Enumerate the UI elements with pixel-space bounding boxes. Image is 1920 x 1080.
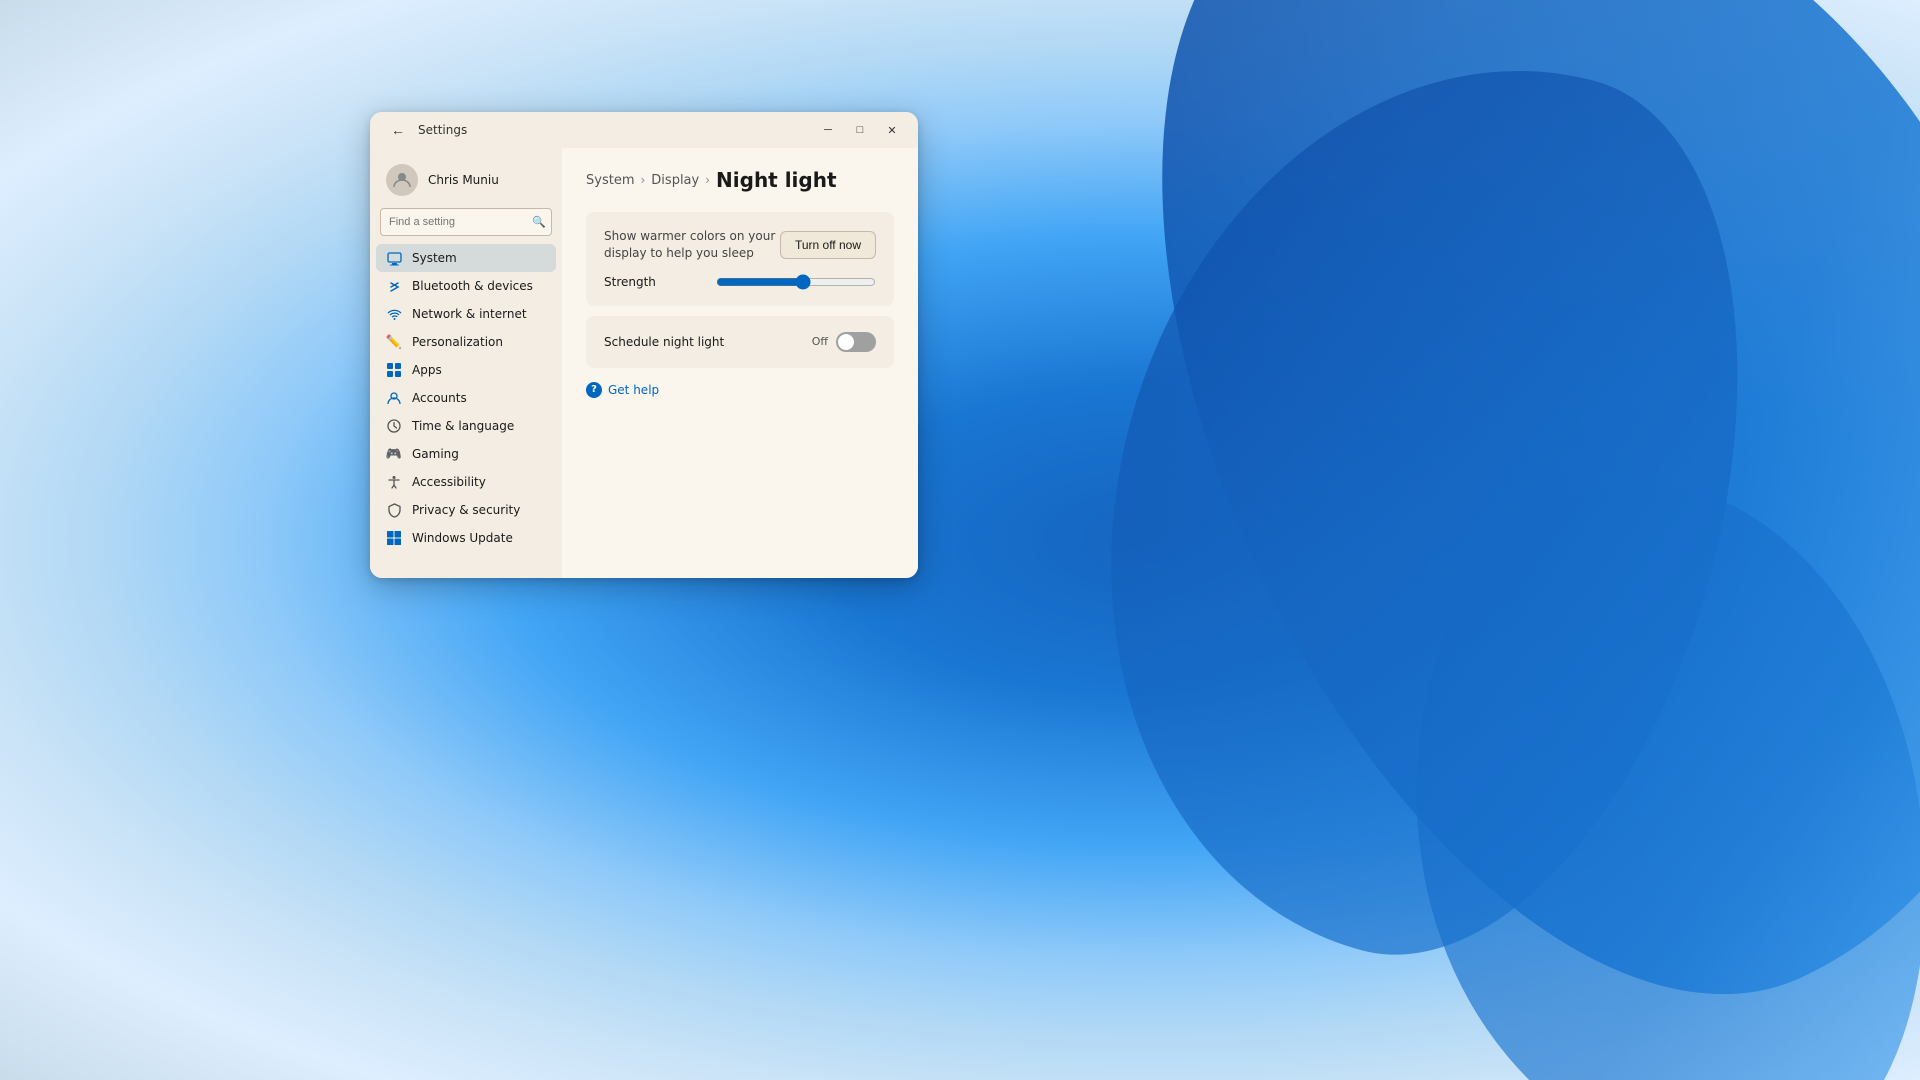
strength-label: Strength — [604, 275, 656, 289]
window-controls: ─ □ ✕ — [814, 116, 906, 144]
description-row: Show warmer colors on your display to he… — [604, 228, 876, 262]
network-icon — [386, 306, 402, 322]
privacy-icon — [386, 502, 402, 518]
schedule-status: Off — [812, 335, 828, 348]
breadcrumb-display[interactable]: Display — [651, 173, 699, 188]
accessibility-icon — [386, 474, 402, 490]
avatar — [386, 164, 418, 196]
sidebar-item-label-bluetooth: Bluetooth & devices — [412, 279, 533, 293]
sidebar-item-label-accessibility: Accessibility — [412, 475, 486, 489]
sidebar-item-label-windows-update: Windows Update — [412, 531, 513, 545]
breadcrumb: System › Display › Night light — [586, 168, 894, 192]
sidebar-item-label-personalization: Personalization — [412, 335, 503, 349]
sidebar-item-label-system: System — [412, 251, 457, 265]
title-bar-left: ← Settings — [386, 118, 467, 142]
personalization-icon: ✏️ — [386, 334, 402, 350]
toggle-group: Off — [812, 332, 876, 352]
wallpaper — [0, 0, 1920, 1080]
sidebar-item-label-apps: Apps — [412, 363, 442, 377]
strength-row: Strength — [604, 274, 876, 290]
breadcrumb-sep-1: › — [640, 173, 645, 187]
sidebar-item-label-time: Time & language — [412, 419, 514, 433]
schedule-label: Schedule night light — [604, 335, 724, 349]
help-icon: ? — [586, 382, 602, 398]
accounts-icon — [386, 390, 402, 406]
minimize-button[interactable]: ─ — [814, 116, 842, 144]
sidebar-item-network[interactable]: Network & internet — [370, 300, 562, 328]
toggle-knob — [838, 334, 854, 350]
time-icon — [386, 418, 402, 434]
sidebar-item-gaming[interactable]: 🎮 Gaming — [370, 440, 562, 468]
apps-icon — [386, 362, 402, 378]
window-body: Chris Muniu 🔍 System — [370, 148, 918, 578]
main-content: System › Display › Night light Show warm… — [562, 148, 918, 578]
breadcrumb-sep-2: › — [705, 173, 710, 187]
sidebar-item-time[interactable]: Time & language — [370, 412, 562, 440]
night-light-card: Show warmer colors on your display to he… — [586, 212, 894, 306]
bluetooth-icon — [386, 278, 402, 294]
back-button[interactable]: ← — [386, 118, 410, 142]
night-light-description: Show warmer colors on your display to he… — [604, 228, 780, 262]
strength-slider[interactable] — [716, 274, 876, 290]
sidebar-item-label-network: Network & internet — [412, 307, 527, 321]
settings-window: ← Settings ─ □ ✕ Chris Muniu — [370, 112, 918, 578]
system-icon — [386, 250, 402, 266]
sidebar-item-personalization[interactable]: ✏️ Personalization — [370, 328, 562, 356]
user-section: Chris Muniu — [370, 156, 562, 208]
title-bar: ← Settings ─ □ ✕ — [370, 112, 918, 148]
sidebar-item-label-gaming: Gaming — [412, 447, 459, 461]
sidebar-item-windows-update[interactable]: Windows Update — [370, 524, 562, 552]
sidebar-item-label-accounts: Accounts — [412, 391, 467, 405]
get-help-row[interactable]: ? Get help — [586, 382, 894, 398]
windows-update-icon — [386, 530, 402, 546]
page-title: Night light — [716, 168, 837, 192]
maximize-button[interactable]: □ — [846, 116, 874, 144]
sidebar: Chris Muniu 🔍 System — [370, 148, 562, 578]
strength-slider-container — [716, 274, 876, 290]
close-button[interactable]: ✕ — [878, 116, 906, 144]
sidebar-item-accounts[interactable]: Accounts — [370, 384, 562, 412]
sidebar-item-apps[interactable]: Apps — [370, 356, 562, 384]
sidebar-item-privacy[interactable]: Privacy & security — [370, 496, 562, 524]
turn-off-button[interactable]: Turn off now — [780, 231, 876, 259]
sidebar-item-accessibility[interactable]: Accessibility — [370, 468, 562, 496]
search-input[interactable] — [380, 208, 552, 236]
sidebar-item-bluetooth[interactable]: Bluetooth & devices — [370, 272, 562, 300]
breadcrumb-system[interactable]: System — [586, 173, 634, 188]
sidebar-item-system[interactable]: System — [376, 244, 556, 272]
schedule-toggle[interactable] — [836, 332, 876, 352]
schedule-card: Schedule night light Off — [586, 316, 894, 368]
sidebar-item-label-privacy: Privacy & security — [412, 503, 520, 517]
window-title: Settings — [418, 123, 467, 137]
user-name: Chris Muniu — [428, 173, 499, 187]
get-help-label: Get help — [608, 383, 659, 397]
search-icon: 🔍 — [532, 216, 546, 229]
schedule-row: Schedule night light Off — [604, 332, 876, 352]
gaming-icon: 🎮 — [386, 446, 402, 462]
search-box: 🔍 — [380, 208, 552, 236]
